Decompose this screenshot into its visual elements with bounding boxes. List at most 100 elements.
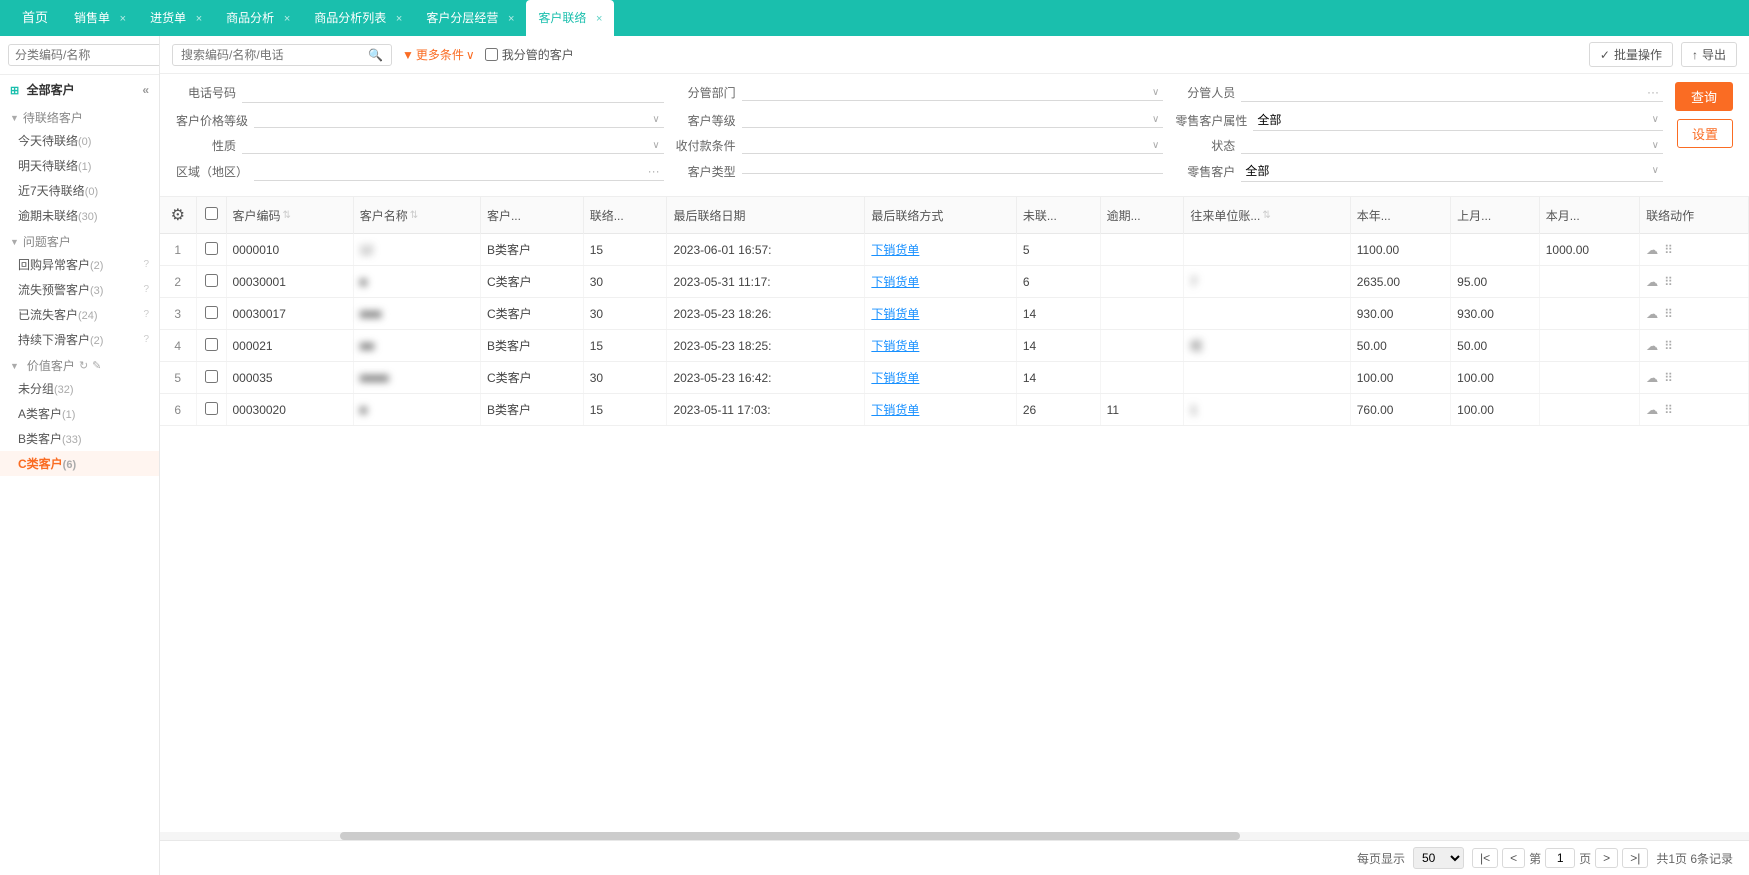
filter-dept-select[interactable]: ∨ xyxy=(742,85,1164,101)
contact-icon-1[interactable]: ☁ xyxy=(1646,275,1658,289)
cell-action[interactable]: ☁ ⠿ xyxy=(1640,394,1749,426)
sidebar-group-value[interactable]: 价值客户 ↻ ✎ xyxy=(0,352,159,376)
my-customers-checkbox[interactable]: 我分管的客户 xyxy=(485,46,574,63)
nav-tab-analysis-list[interactable]: 商品分析列表 × xyxy=(302,0,414,36)
settings-icon[interactable]: ⚙ xyxy=(171,207,185,224)
sidebar-item-tomorrow[interactable]: 明天待联络(1) xyxy=(0,153,159,178)
last-page-button[interactable]: >| xyxy=(1622,848,1648,868)
last-way-link-4[interactable]: 下销货单 xyxy=(871,371,919,385)
close-customer-contact-tab[interactable]: × xyxy=(596,13,602,25)
my-customers-check[interactable] xyxy=(485,48,498,61)
row-checkbox-2[interactable] xyxy=(205,306,218,319)
cell-checkbox[interactable] xyxy=(196,234,226,266)
help-icon-4[interactable]: ? xyxy=(143,334,149,345)
row-checkbox-5[interactable] xyxy=(205,402,218,415)
help-icon-2[interactable]: ? xyxy=(143,284,149,295)
filter-retail-customer-select[interactable]: 全部 ∨ xyxy=(1241,160,1663,182)
th-account[interactable]: 往来单位账...⇅ xyxy=(1184,197,1350,234)
more-icon-3[interactable]: ⠿ xyxy=(1664,339,1673,353)
cell-action[interactable]: ☁ ⠿ xyxy=(1640,330,1749,362)
sidebar-item-a-class[interactable]: A类客户(1) xyxy=(0,401,159,426)
batch-ops-button[interactable]: ✓ 批量操作 xyxy=(1589,42,1673,67)
more-icon-5[interactable]: ⠿ xyxy=(1664,403,1673,417)
prev-page-button[interactable]: < xyxy=(1502,848,1525,868)
sidebar-item-today[interactable]: 今天待联络(0) xyxy=(0,128,159,153)
th-last-way[interactable]: 最后联络方式 xyxy=(865,197,1016,234)
close-sales-tab[interactable]: × xyxy=(120,13,126,25)
page-number-input[interactable] xyxy=(1545,848,1575,868)
th-type[interactable]: 客户... xyxy=(480,197,583,234)
th-overdue[interactable]: 逾期... xyxy=(1100,197,1184,234)
sidebar-group-pending[interactable]: 待联络客户 xyxy=(0,104,159,128)
cell-last-way[interactable]: 下销货单 xyxy=(865,234,1016,266)
filter-region-select[interactable]: ··· xyxy=(254,162,664,181)
sidebar-item-declining[interactable]: 持续下滑客户(2) ? xyxy=(0,327,159,352)
next-page-button[interactable]: > xyxy=(1595,848,1618,868)
last-way-link-1[interactable]: 下销货单 xyxy=(871,275,919,289)
filter-manager-select[interactable]: ··· xyxy=(1241,83,1663,102)
cell-checkbox[interactable] xyxy=(196,394,226,426)
more-icon-0[interactable]: ⠿ xyxy=(1664,243,1673,257)
search-input[interactable] xyxy=(181,48,368,62)
nav-home[interactable]: 首页 xyxy=(8,0,62,36)
cell-last-way[interactable]: 下销货单 xyxy=(865,362,1016,394)
last-way-link-0[interactable]: 下销货单 xyxy=(871,243,919,257)
cell-checkbox[interactable] xyxy=(196,330,226,362)
sidebar-item-churn-warning[interactable]: 流失预警客户(3) ? xyxy=(0,277,159,302)
last-way-link-3[interactable]: 下销货单 xyxy=(871,339,919,353)
cell-action[interactable]: ☁ ⠿ xyxy=(1640,362,1749,394)
select-all-checkbox[interactable] xyxy=(205,207,218,220)
first-page-button[interactable]: |< xyxy=(1472,848,1498,868)
per-page-select[interactable]: 50 100 xyxy=(1413,847,1464,869)
sidebar-item-overdue[interactable]: 逾期未联络(30) xyxy=(0,203,159,228)
sidebar-search-input[interactable] xyxy=(8,44,160,66)
row-checkbox-1[interactable] xyxy=(205,274,218,287)
cell-last-way[interactable]: 下销货单 xyxy=(865,266,1016,298)
row-checkbox-4[interactable] xyxy=(205,370,218,383)
sidebar-item-c-class[interactable]: C类客户(6) xyxy=(0,451,159,476)
filter-cust-grade-select[interactable]: ∨ xyxy=(254,112,664,128)
more-icon-2[interactable]: ⠿ xyxy=(1664,307,1673,321)
filter-cust-level-select[interactable]: ∨ xyxy=(742,112,1164,128)
close-analysis-tab[interactable]: × xyxy=(284,13,290,25)
set-button[interactable]: 设置 xyxy=(1677,119,1733,148)
sidebar-all-customers[interactable]: ⊞ 全部客户 « xyxy=(0,75,159,104)
contact-icon-5[interactable]: ☁ xyxy=(1646,403,1658,417)
sidebar-item-unsorted[interactable]: 未分组(32) xyxy=(0,376,159,401)
filter-payment-select[interactable]: ∨ xyxy=(742,138,1164,154)
search-icon[interactable]: 🔍 xyxy=(368,48,383,62)
sidebar-item-b-class[interactable]: B类客户(33) xyxy=(0,426,159,451)
th-this-month[interactable]: 本月... xyxy=(1539,197,1639,234)
nav-tab-sales[interactable]: 销售单 × xyxy=(62,0,138,36)
more-icon-4[interactable]: ⠿ xyxy=(1664,371,1673,385)
export-button[interactable]: ↑ 导出 xyxy=(1681,42,1737,67)
filter-status-select[interactable]: ∨ xyxy=(1241,138,1663,154)
nav-tab-customer-contact[interactable]: 客户联络 × xyxy=(526,0,614,36)
sidebar-item-churned[interactable]: 已流失客户(24) ? xyxy=(0,302,159,327)
more-icon-1[interactable]: ⠿ xyxy=(1664,275,1673,289)
help-icon-1[interactable]: ? xyxy=(143,259,149,270)
cell-action[interactable]: ☁ ⠿ xyxy=(1640,298,1749,330)
last-way-link-5[interactable]: 下销货单 xyxy=(871,403,919,417)
filter-phone-input[interactable] xyxy=(242,82,664,103)
refresh-icon[interactable]: ↻ xyxy=(79,359,88,372)
cell-action[interactable]: ☁ ⠿ xyxy=(1640,234,1749,266)
cell-last-way[interactable]: 下销货单 xyxy=(865,298,1016,330)
th-contact[interactable]: 联络... xyxy=(583,197,667,234)
more-conditions-button[interactable]: ▼ 更多条件 ∨ xyxy=(402,46,475,63)
close-customer-tier-tab[interactable]: × xyxy=(508,13,514,25)
row-checkbox-3[interactable] xyxy=(205,338,218,351)
th-this-year[interactable]: 本年... xyxy=(1350,197,1450,234)
close-purchase-tab[interactable]: × xyxy=(196,13,202,25)
contact-icon-4[interactable]: ☁ xyxy=(1646,371,1658,385)
th-name[interactable]: 客户名称⇅ xyxy=(353,197,480,234)
query-button[interactable]: 查询 xyxy=(1675,82,1733,111)
scrollbar-thumb[interactable] xyxy=(340,832,1240,840)
filter-nature-select[interactable]: ∨ xyxy=(242,138,664,154)
sidebar-item-abnormal-repurchase[interactable]: 回购异常客户(2) ? xyxy=(0,252,159,277)
th-code[interactable]: 客户编码⇅ xyxy=(226,197,353,234)
filter-cust-type-select[interactable] xyxy=(742,169,1164,174)
th-last-date[interactable]: 最后联络日期 xyxy=(667,197,865,234)
horizontal-scrollbar[interactable] xyxy=(160,832,1749,840)
manager-dots-icon[interactable]: ··· xyxy=(1647,85,1659,99)
